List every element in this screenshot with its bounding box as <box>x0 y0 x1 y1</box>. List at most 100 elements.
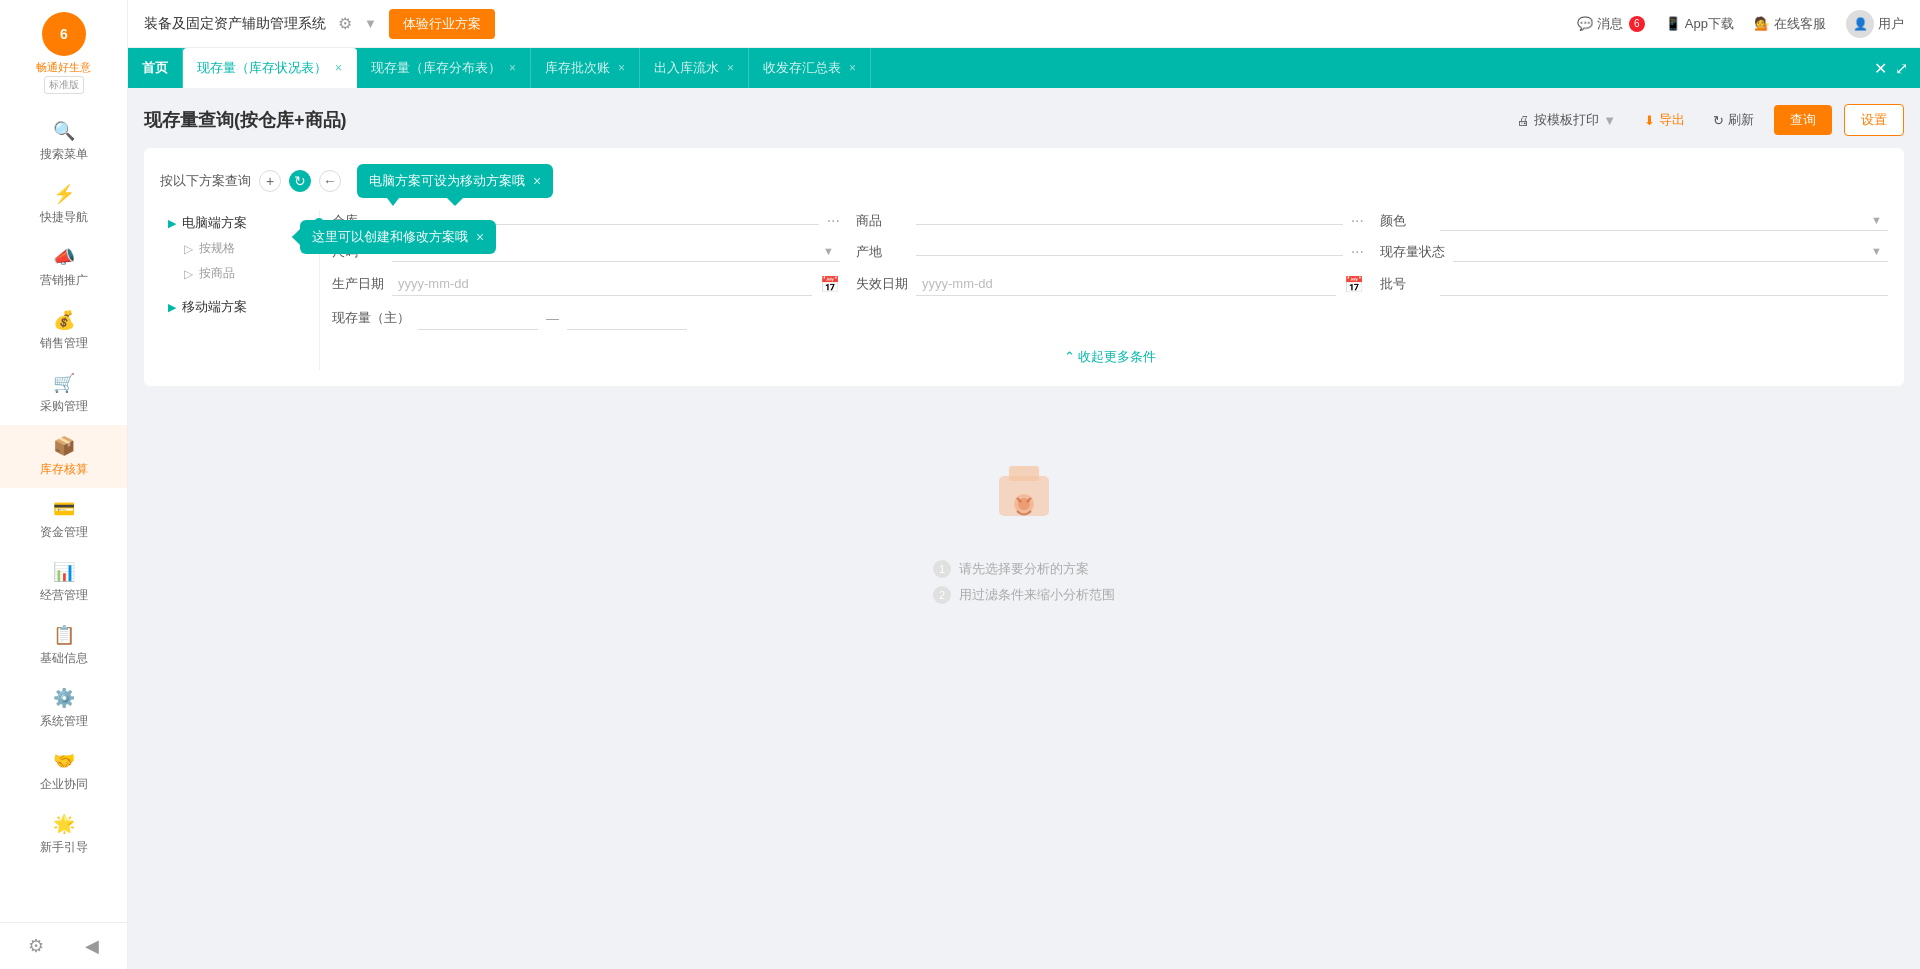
pc-scheme-header[interactable]: ▶ 电脑端方案 <box>160 210 307 236</box>
filter-refresh-btn[interactable]: ↻ <box>289 170 311 192</box>
collapse-sidebar-icon[interactable]: ◀ <box>85 935 99 957</box>
message-icon: 💬 <box>1577 16 1593 31</box>
plan-button[interactable]: 体验行业方案 <box>389 9 495 39</box>
sidebar-item-quicknav[interactable]: ⚡ 快捷导航 <box>0 173 127 236</box>
sidebar-item-newbie[interactable]: 🌟 新手引导 <box>0 803 127 866</box>
filter-add-btn[interactable]: + <box>259 170 281 192</box>
goods-select[interactable] <box>916 216 1343 225</box>
svg-rect-3 <box>1009 466 1039 481</box>
empty-illustration <box>979 446 1069 536</box>
tab-batch-account[interactable]: 库存批次账 × <box>531 48 640 88</box>
print-action[interactable]: 🖨 按模板打印 ▼ <box>1509 107 1624 133</box>
tab-inout-flow-label: 出入库流水 <box>654 59 719 77</box>
tab-home-label: 首页 <box>142 59 168 77</box>
produce-date-calendar-icon[interactable]: 📅 <box>820 275 840 294</box>
message-action[interactable]: 💬 消息 6 <box>1577 15 1645 33</box>
tab-inout-flow[interactable]: 出入库流水 × <box>640 48 749 88</box>
filter-cell-quantity: 现存量（主） — <box>332 306 732 330</box>
filter-cell-goods: 商品 ··· <box>856 212 1364 230</box>
mobile-scheme-header[interactable]: ▶ 移动端方案 <box>160 294 307 320</box>
produce-date-input[interactable] <box>392 272 812 296</box>
filter-header: 按以下方案查询 + ↻ ← 电脑方案可设为移动方案哦 × <box>160 164 1888 198</box>
refresh-label: 刷新 <box>1728 111 1754 129</box>
expire-date-input[interactable] <box>916 272 1336 296</box>
step-circle-2: 2 <box>933 586 951 604</box>
sidebar-item-system[interactable]: ⚙️ 系统管理 <box>0 677 127 740</box>
filter-cell-produce-date: 生产日期 📅 <box>332 272 840 296</box>
operations-icon: 📊 <box>53 561 75 583</box>
sidebar-item-cooperation[interactable]: 🤝 企业协同 <box>0 740 127 803</box>
tab-home[interactable]: 首页 <box>128 48 183 88</box>
expire-date-label: 失效日期 <box>856 275 908 293</box>
sidebar-item-label: 系统管理 <box>40 713 88 730</box>
origin-select[interactable] <box>916 247 1343 256</box>
tab-inventory-status-close[interactable]: × <box>335 61 342 75</box>
tooltip2-close[interactable]: × <box>476 229 484 245</box>
sidebar-item-inventory[interactable]: 📦 库存核算 <box>0 425 127 488</box>
filter-row-3: 生产日期 📅 失效日期 📅 批号 <box>332 272 1888 296</box>
tab-recv-summary[interactable]: 收发存汇总表 × <box>749 48 871 88</box>
page-title: 现存量查询(按仓库+商品) <box>144 108 347 132</box>
header-settings-icon[interactable]: ⚙ <box>338 14 352 33</box>
tab-inventory-status[interactable]: 现存量（库存状况表） × <box>183 48 357 88</box>
collapse-label: 收起更多条件 <box>1078 349 1156 364</box>
sidebar-item-label: 库存核算 <box>40 461 88 478</box>
color-select[interactable]: ▼ <box>1440 210 1888 231</box>
guige-label: 按规格 <box>199 240 235 257</box>
sidebar-item-marketing[interactable]: 📣 营销推广 <box>0 236 127 299</box>
refresh-action[interactable]: ↻ 刷新 <box>1705 107 1762 133</box>
sidebar-item-basic[interactable]: 📋 基础信息 <box>0 614 127 677</box>
tab-recv-summary-close[interactable]: × <box>849 61 856 75</box>
page-title-bar: 现存量查询(按仓库+商品) 🖨 按模板打印 ▼ ⬇ 导出 ↻ 刷新 查询 设置 <box>144 104 1904 136</box>
filter-back-btn[interactable]: ← <box>319 170 341 192</box>
user-avatar: 👤 <box>1846 10 1874 38</box>
goods-dots[interactable]: ··· <box>1351 212 1364 230</box>
pc-scheme-child-shangpin[interactable]: ▷ 按商品 <box>176 261 307 286</box>
filter-cell-origin: 产地 ··· <box>856 243 1364 261</box>
settings-bottom-icon[interactable]: ⚙ <box>28 935 44 957</box>
sidebar-item-purchase[interactable]: 🛒 采购管理 <box>0 362 127 425</box>
app-download-action[interactable]: 📱 App下载 <box>1665 15 1734 33</box>
user-action[interactable]: 👤 用户 <box>1846 10 1904 38</box>
tab-inventory-dist-close[interactable]: × <box>509 61 516 75</box>
warehouse-dots[interactable]: ··· <box>827 212 840 230</box>
tab-batch-account-close[interactable]: × <box>618 61 625 75</box>
sidebar-menu: 🔍 搜索菜单 ⚡ 快捷导航 📣 营销推广 💰 销售管理 🛒 采购管理 📦 库存核… <box>0 102 127 922</box>
scheme-list: 这里可以创建和修改方案哦 × ▶ 电脑端方案 <box>160 210 320 370</box>
sidebar-item-label: 销售管理 <box>40 335 88 352</box>
header-dropdown-icon[interactable]: ▼ <box>364 16 377 31</box>
pc-scheme-child-guige[interactable]: ▷ 按规格 <box>176 236 307 261</box>
quantity-to-input[interactable] <box>567 306 687 330</box>
batch-input[interactable] <box>1440 272 1888 296</box>
page-actions: 🖨 按模板打印 ▼ ⬇ 导出 ↻ 刷新 查询 设置 <box>1509 104 1904 136</box>
sidebar-item-operations[interactable]: 📊 经营管理 <box>0 551 127 614</box>
settings-button[interactable]: 设置 <box>1844 104 1904 136</box>
tab-batch-account-label: 库存批次账 <box>545 59 610 77</box>
tooltip1-close[interactable]: × <box>533 173 541 189</box>
quantity-from-input[interactable] <box>418 306 538 330</box>
sidebar-item-search[interactable]: 🔍 搜索菜单 <box>0 110 127 173</box>
tab-close-all-icon[interactable]: ✕ <box>1874 59 1887 78</box>
query-button[interactable]: 查询 <box>1774 105 1832 135</box>
export-action[interactable]: ⬇ 导出 <box>1636 107 1693 133</box>
inventory-status-select[interactable]: ▼ <box>1453 241 1888 262</box>
tab-expand-icon[interactable]: ⤢ <box>1895 59 1908 78</box>
size-dropdown-icon: ▼ <box>823 245 834 257</box>
system-name: 装备及固定资产辅助管理系统 <box>144 15 326 33</box>
filter-cell-color: 颜色 ▼ <box>1380 210 1888 231</box>
search-icon: 🔍 <box>53 120 75 142</box>
collapse-btn[interactable]: ⌃ 收起更多条件 <box>332 340 1888 370</box>
expire-date-calendar-icon[interactable]: 📅 <box>1344 275 1364 294</box>
tab-inventory-dist[interactable]: 现存量（库存分布表） × <box>357 48 531 88</box>
tab-inout-flow-close[interactable]: × <box>727 61 734 75</box>
content-area: 现存量查询(按仓库+商品) 🖨 按模板打印 ▼ ⬇ 导出 ↻ 刷新 查询 设置 <box>128 88 1920 969</box>
export-label: 导出 <box>1659 111 1685 129</box>
pc-scheme-children: ▷ 按规格 ▷ 按商品 <box>176 236 307 286</box>
sidebar-item-finance[interactable]: 💳 资金管理 <box>0 488 127 551</box>
tooltip2-text: 这里可以创建和修改方案哦 <box>312 228 468 246</box>
origin-dots[interactable]: ··· <box>1351 243 1364 261</box>
online-support-action[interactable]: 💁 在线客服 <box>1754 15 1826 33</box>
quantity-label: 现存量（主） <box>332 309 410 327</box>
sidebar-item-sales[interactable]: 💰 销售管理 <box>0 299 127 362</box>
empty-step1-text: 请先选择要分析的方案 <box>959 556 1089 582</box>
